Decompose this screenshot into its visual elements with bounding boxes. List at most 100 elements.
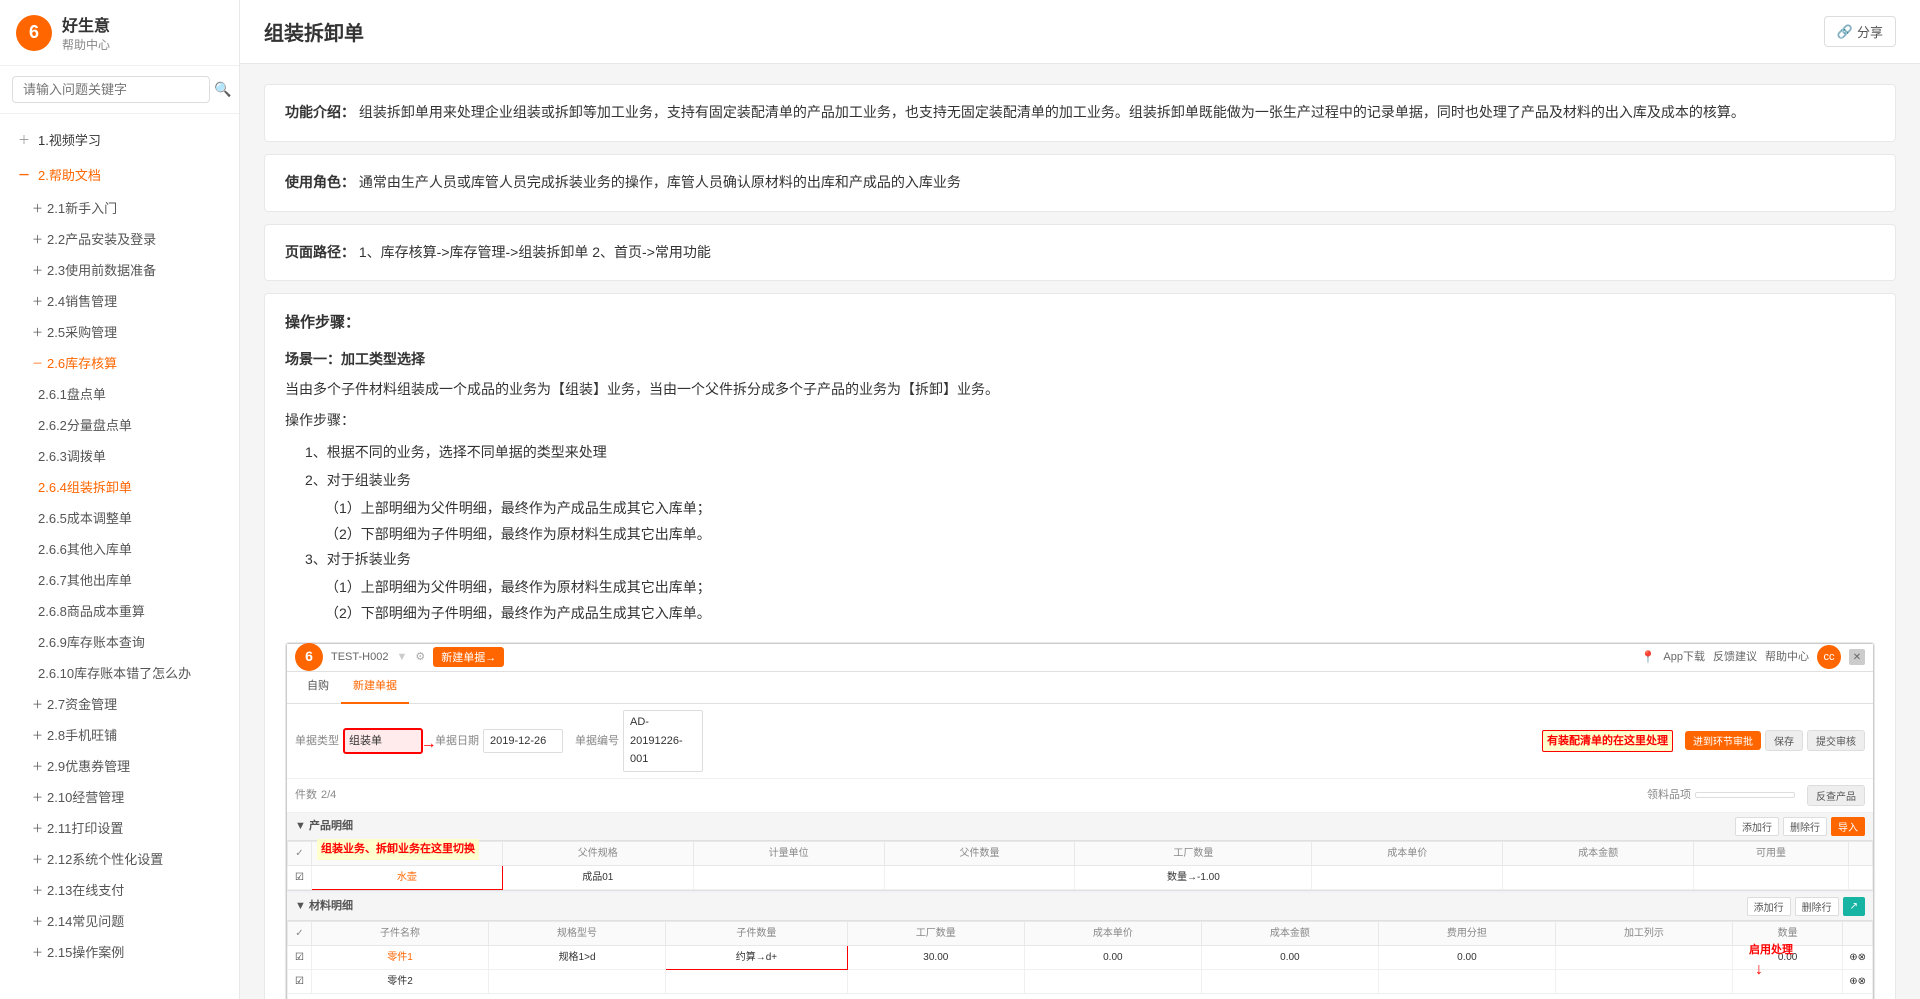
save-btn[interactable]: 保存 xyxy=(1765,730,1803,751)
collapse-icon: － xyxy=(16,167,32,183)
date-input[interactable]: 2019-12-26 xyxy=(483,729,563,754)
nav-item-cases-label: 2.15操作案例 xyxy=(47,942,124,961)
submit-btn[interactable]: 提交审核 xyxy=(1807,730,1865,751)
import-btn[interactable]: 导入 xyxy=(1831,817,1865,836)
lower-del-btn[interactable]: 删除行 xyxy=(1795,897,1839,916)
bill-type-label: 单据类型 xyxy=(295,732,339,751)
cell-avail xyxy=(1694,865,1849,889)
screenshot-logo: 6 xyxy=(295,643,323,671)
nav-item-ops[interactable]: ＋ 2.10经营管理 xyxy=(0,781,239,812)
search-input[interactable] xyxy=(12,76,210,103)
path-section: 页面路径： 1、库存核算->库存管理->组装拆卸单 2、首页->常用功能 xyxy=(264,224,1896,282)
del-row-btn[interactable]: 删除行 xyxy=(1783,817,1827,836)
nav-item-dataprep[interactable]: ＋ 2.3使用前数据准备 xyxy=(0,254,239,285)
nav-item-sales[interactable]: ＋ 2.4销售管理 xyxy=(0,285,239,316)
bill-no-label: 单据编号 xyxy=(575,732,619,751)
lcell-count-2 xyxy=(1732,969,1842,993)
intro-section: 功能介绍： 组装拆卸单用来处理企业组装或拆卸等加工业务，支持有固定装配清单的产品… xyxy=(264,84,1896,142)
cell-check: ☑ xyxy=(288,865,312,889)
nav-item-cases[interactable]: ＋ 2.15操作案例 xyxy=(0,936,239,967)
nav-item-partial-stocktake[interactable]: 2.6.2分量盘点单 xyxy=(0,409,239,440)
nav-item-print-label: 2.11打印设置 xyxy=(47,818,123,837)
nav-item-newbie[interactable]: ＋ 2.1新手入门 xyxy=(0,192,239,223)
cell-unit xyxy=(693,865,884,889)
lcell-check-1: ☑ xyxy=(288,945,312,969)
role-label: 使用角色： xyxy=(285,174,355,190)
screenshot-tab-new[interactable]: 新建单据 xyxy=(341,671,409,704)
nav-item-stocktake[interactable]: 2.6.1盘点单 xyxy=(0,378,239,409)
process-btn[interactable]: 进到环节审批 xyxy=(1685,731,1761,750)
share-icon: 🔗 xyxy=(1837,24,1853,40)
scenario1-title: 场景一：加工类型选择 xyxy=(285,348,1875,372)
bill-type-select[interactable]: 组装单 xyxy=(343,728,423,755)
lcell-check-2: ☑ xyxy=(288,969,312,993)
col-cost-price: 成本单价 xyxy=(1312,841,1503,865)
share-label: 分享 xyxy=(1857,22,1883,41)
batch-input[interactable] xyxy=(1695,792,1795,798)
lcell-fee-1: 0.00 xyxy=(1378,945,1555,969)
nav-item-finance[interactable]: ＋ 2.7资金管理 xyxy=(0,688,239,719)
batch-confirm-btn[interactable]: 反查产品 xyxy=(1807,785,1865,806)
nav-item-purchase[interactable]: ＋ 2.5采购管理 xyxy=(0,316,239,347)
search-button[interactable]: 🔍 xyxy=(214,81,231,98)
main-content: 功能介绍： 组装拆卸单用来处理企业组装或拆卸等加工业务，支持有固定装配清单的产品… xyxy=(240,64,1920,999)
nav-item-install-label: 2.2产品安装及登录 xyxy=(47,229,156,248)
nav-item-sales-label: 2.4销售管理 xyxy=(47,291,117,310)
nav-item-inventory[interactable]: － 2.6库存核算 xyxy=(0,347,239,378)
lcol-process: 加工列示 xyxy=(1555,921,1732,945)
form-date: 单据日期 2019-12-26 xyxy=(435,729,563,754)
step2: 2、对于组装业务 xyxy=(305,469,1875,493)
nav-item-mobile[interactable]: ＋ 2.8手机旺铺 xyxy=(0,719,239,750)
sidebar-nav: ＋ 1.视频学习 － 2.帮助文档 ＋ 2.1新手入门 ＋ 2.2产品安装及登录… xyxy=(0,114,239,999)
screenshot-section-header-area: ▼ 产品明细 添加行 删除行 导入 组装业务、拆卸业务在这里切换 xyxy=(287,813,1873,841)
nav-item-ledger-fix[interactable]: 2.6.10库存账本错了怎么办 xyxy=(0,657,239,688)
nav-item-print[interactable]: ＋ 2.11打印设置 xyxy=(0,812,239,843)
nav-item-inventory-label: 2.6库存核算 xyxy=(47,353,117,372)
cell-action xyxy=(1849,865,1873,889)
lcell-action-2: ⊕⊗ xyxy=(1843,969,1873,993)
nav-item-faq[interactable]: ＋ 2.14常见问题 xyxy=(0,905,239,936)
col-action xyxy=(1849,841,1873,865)
nav-group-video-title[interactable]: ＋ 1.视频学习 xyxy=(0,122,239,157)
lcell-process-2 xyxy=(1555,969,1732,993)
nav-item-payment[interactable]: ＋ 2.13在线支付 xyxy=(0,874,239,905)
nav-item-other-in[interactable]: 2.6.6其他入库单 xyxy=(0,533,239,564)
nav-item-install[interactable]: ＋ 2.2产品安装及登录 xyxy=(0,223,239,254)
nav-item-assembly[interactable]: 2.6.4组装拆卸单 xyxy=(0,471,239,502)
lower-export-btn[interactable]: ↗ xyxy=(1843,897,1865,916)
nav-item-other-out[interactable]: 2.6.7其他出库单 xyxy=(0,564,239,595)
nav-group-docs-title[interactable]: － 2.帮助文档 xyxy=(0,157,239,192)
screenshot-user-avatar: cc xyxy=(1817,645,1841,669)
nav-item-personalize[interactable]: ＋ 2.12系统个性化设置 xyxy=(0,843,239,874)
col-unit: 计量单位 xyxy=(693,841,884,865)
share-button[interactable]: 🔗 分享 xyxy=(1824,16,1896,47)
form-org: 件数 2/4 xyxy=(295,786,336,805)
lcell-action-1: ⊕⊗ xyxy=(1843,945,1873,969)
lcol-qty: 子件数量 xyxy=(666,921,848,945)
screenshot-new-bill-btn[interactable]: 新建单据→ xyxy=(433,647,504,667)
col-check: ✓ xyxy=(288,841,312,865)
steps-section: 操作步骤： 场景一：加工类型选择 当由多个子件材料组装成一个成品的业务为【组装】… xyxy=(264,293,1896,999)
nav-item-coupon[interactable]: ＋ 2.9优惠券管理 xyxy=(0,750,239,781)
arrow-batch: ↓ xyxy=(1755,956,1763,983)
nav-item-transfer[interactable]: 2.6.3调拨单 xyxy=(0,440,239,471)
nav-item-cost-adj[interactable]: 2.6.5成本调整单 xyxy=(0,502,239,533)
add-row-btn[interactable]: 添加行 xyxy=(1735,817,1779,836)
bill-no-input[interactable]: AD-20191226-001 xyxy=(623,710,703,772)
nav-item-ledger-query[interactable]: 2.6.9库存账本查询 xyxy=(0,626,239,657)
scenario1-desc: 当由多个子件材料组装成一个成品的业务为【组装】业务，当由一个父件拆分成多个子产品… xyxy=(285,378,1875,402)
screenshot-close-btn[interactable]: ✕ xyxy=(1849,649,1865,665)
upper-table-row: ☑ 水壶 成品01 数量→-1.00 xyxy=(288,865,1873,889)
lcell-fee-2 xyxy=(1378,969,1555,993)
nav-item-faq-label: 2.14常见问题 xyxy=(47,911,124,930)
logo-icon: 6 xyxy=(16,15,52,51)
lcell-process-1 xyxy=(1555,945,1732,969)
nav-item-cost-recalc[interactable]: 2.6.8商品成本重算 xyxy=(0,595,239,626)
step1: 1、根据不同的业务，选择不同单据的类型来处理 xyxy=(305,441,1875,465)
plus-icon-4: ＋ xyxy=(32,293,43,309)
screenshot-tab-zigou[interactable]: 自购 xyxy=(295,671,341,704)
lcell-name-1: 零件1 xyxy=(312,945,489,969)
lcell-spec-1: 规格1>d xyxy=(489,945,666,969)
lower-add-btn[interactable]: 添加行 xyxy=(1747,897,1791,916)
type-annotation: 组装业务、拆卸业务在这里切换 xyxy=(317,839,479,860)
